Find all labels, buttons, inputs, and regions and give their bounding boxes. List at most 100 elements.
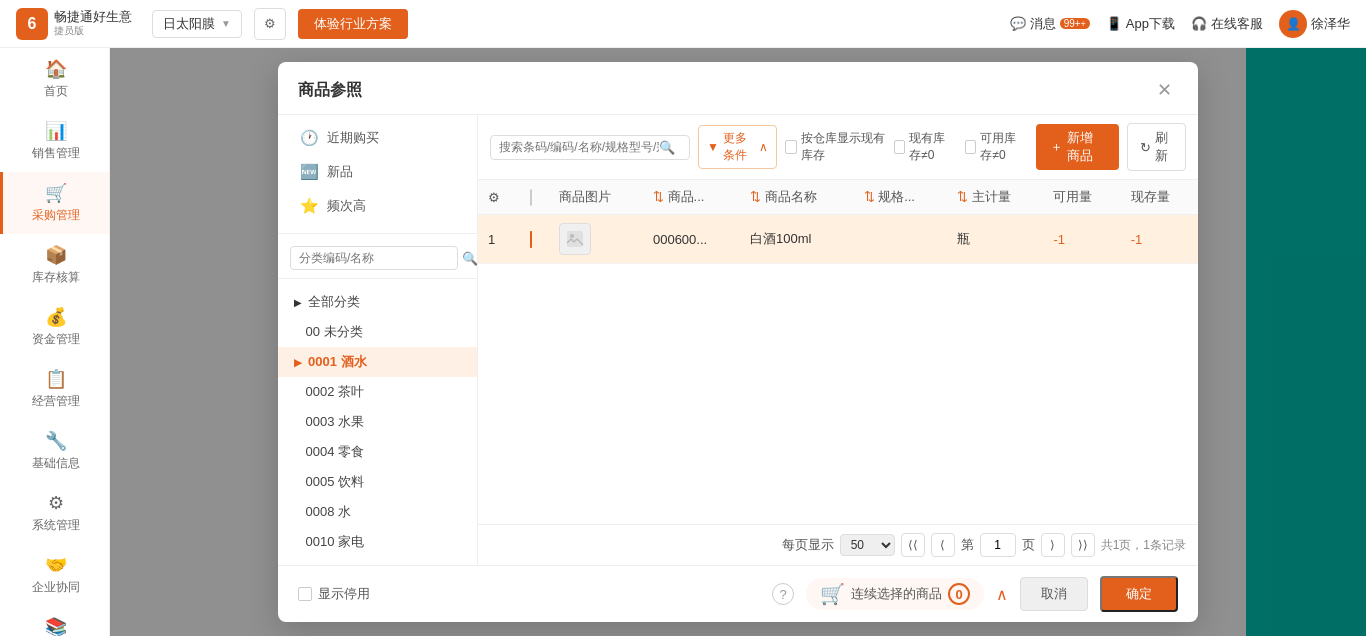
- sidebar-item-finance[interactable]: 💰 资金管理: [0, 296, 109, 358]
- next-page-button[interactable]: ⟩: [1041, 533, 1065, 557]
- cat-item-fruit[interactable]: 0003 水果: [278, 407, 477, 437]
- divider: [278, 233, 477, 234]
- th-settings[interactable]: ⚙: [478, 180, 520, 215]
- svg-point-1: [570, 234, 574, 238]
- left-tab-frequent[interactable]: ⭐ 频次高: [290, 191, 465, 221]
- cat-item-all[interactable]: ▶ 全部分类: [278, 287, 477, 317]
- show-disabled-checkbox[interactable]: [298, 587, 312, 601]
- modal-title: 商品参照: [298, 80, 362, 101]
- cb-show-inventory-label: 按仓库显示现有库存: [801, 130, 886, 164]
- image-icon: [565, 229, 585, 249]
- product-search-input[interactable]: [499, 140, 659, 154]
- settings-button[interactable]: ⚙: [254, 8, 286, 40]
- category-tree: ▶ 全部分类 00 未分类 ▶ 0001 酒水: [278, 279, 477, 565]
- pagination-bar: 每页显示 50 100 200 ⟨⟨ ⟨ 第 页 ⟩: [478, 524, 1198, 565]
- user-menu[interactable]: 👤 徐泽华: [1279, 10, 1350, 38]
- cb-show-inventory-box[interactable]: [785, 140, 796, 154]
- th-code[interactable]: ⇅ 商品...: [643, 180, 740, 215]
- th-spec[interactable]: ⇅ 规格...: [854, 180, 948, 215]
- add-product-button[interactable]: ＋ 新增商品: [1036, 124, 1119, 170]
- th-name[interactable]: ⇅ 商品名称: [740, 180, 853, 215]
- sidebar-item-collab[interactable]: 🤝 企业协同: [0, 544, 109, 606]
- category-search-input[interactable]: [290, 246, 458, 270]
- sidebar-label-base-info: 基础信息: [32, 455, 80, 472]
- sidebar-item-base-info[interactable]: 🔧 基础信息: [0, 420, 109, 482]
- avatar-icon: 👤: [1286, 17, 1301, 31]
- product-search-icon[interactable]: 🔍: [659, 140, 675, 155]
- sidebar-item-guide[interactable]: 📚 新手引导: [0, 606, 109, 636]
- cb-available-nonzero-box[interactable]: [965, 140, 976, 154]
- left-tab-frequent-label: 频次高: [327, 197, 366, 215]
- table-row[interactable]: 1: [478, 215, 1198, 264]
- service-button[interactable]: 🎧 在线客服: [1191, 15, 1263, 33]
- cat-item-uncategorized[interactable]: 00 未分类: [278, 317, 477, 347]
- sidebar-item-operations[interactable]: 📋 经营管理: [0, 358, 109, 420]
- sidebar-item-inventory[interactable]: 📦 库存核算: [0, 234, 109, 296]
- page-number-input[interactable]: [980, 533, 1016, 557]
- last-page-button[interactable]: ⟩⟩: [1071, 533, 1095, 557]
- purchase-icon: 🛒: [45, 182, 67, 204]
- cat-item-water[interactable]: 0008 水: [278, 497, 477, 527]
- app-download-button[interactable]: 📱 App下载: [1106, 15, 1175, 33]
- modal-body: 🕐 近期购买 🆕 新品 ⭐ 频次高: [278, 115, 1198, 565]
- th-checkbox[interactable]: [520, 180, 549, 215]
- sidebar-item-home[interactable]: 🏠 首页: [0, 48, 109, 110]
- sidebar: 🏠 首页 📊 销售管理 🛒 采购管理 📦 库存核算 💰 资金管理 📋 经营管理 …: [0, 48, 110, 636]
- sidebar-item-sales[interactable]: 📊 销售管理: [0, 110, 109, 172]
- confirm-button[interactable]: 确定: [1100, 576, 1178, 612]
- messages-badge: 99++: [1060, 18, 1090, 29]
- help-button[interactable]: ?: [772, 583, 794, 605]
- modal-close-button[interactable]: ✕: [1150, 76, 1178, 104]
- select-all-checkbox[interactable]: [530, 189, 532, 206]
- product-thumbnail: [559, 223, 591, 255]
- cb-nonzero-inventory[interactable]: 现有库存≠0: [894, 130, 957, 164]
- sidebar-label-system: 系统管理: [32, 517, 80, 534]
- sidebar-label-collab: 企业协同: [32, 579, 80, 596]
- refresh-button[interactable]: ↻ 刷新: [1127, 123, 1186, 171]
- prev-page-button[interactable]: ⟨: [931, 533, 955, 557]
- cell-checkbox[interactable]: [520, 215, 549, 264]
- page-label: 第: [961, 536, 974, 554]
- cell-image: [549, 215, 643, 264]
- category-search-row: 🔍: [278, 238, 477, 279]
- refresh-icon: ↻: [1140, 140, 1151, 155]
- sales-icon: 📊: [45, 120, 67, 142]
- left-tab-recent[interactable]: 🕐 近期购买: [290, 123, 465, 153]
- cb-available-nonzero-label: 可用库存≠0: [980, 130, 1028, 164]
- cat-item-appliance[interactable]: 0010 家电: [278, 527, 477, 557]
- cancel-button[interactable]: 取消: [1020, 577, 1088, 611]
- cat-item-tea[interactable]: 0002 茶叶: [278, 377, 477, 407]
- sidebar-item-system[interactable]: ⚙ 系统管理: [0, 482, 109, 544]
- cat-label-beverage: 0005 饮料: [306, 473, 365, 491]
- modal-overlay: 商品参照 ✕ 🕐 近期购买 🆕: [110, 48, 1366, 636]
- store-selector[interactable]: 日太阳膜 ▼: [152, 10, 242, 38]
- per-page-select[interactable]: 50 100 200: [840, 534, 895, 556]
- cat-item-beverage[interactable]: 0005 饮料: [278, 467, 477, 497]
- messages-button[interactable]: 💬 消息 99++: [1010, 15, 1090, 33]
- cb-nonzero-inventory-box[interactable]: [894, 140, 905, 154]
- sort-icon-name: ⇅: [750, 189, 761, 204]
- modal-header: 商品参照 ✕: [278, 62, 1198, 115]
- cell-available: -1: [1043, 215, 1120, 264]
- cat-item-snack[interactable]: 0004 零食: [278, 437, 477, 467]
- cb-show-inventory[interactable]: 按仓库显示现有库存: [785, 130, 886, 164]
- show-disabled-toggle[interactable]: 显示停用: [298, 585, 370, 603]
- cat-label-tea: 0002 茶叶: [306, 383, 365, 401]
- logo-icon: 6: [16, 8, 48, 40]
- more-conditions-button[interactable]: ▼ 更多条件 ∧: [698, 125, 777, 169]
- trial-button[interactable]: 体验行业方案: [298, 9, 408, 39]
- row-checkbox[interactable]: [530, 231, 532, 248]
- left-tab-new[interactable]: 🆕 新品: [290, 157, 465, 187]
- cat-spacer-bev: [294, 477, 300, 488]
- collapse-cart-button[interactable]: ∧: [996, 585, 1008, 604]
- sidebar-item-purchase[interactable]: 🛒 采购管理: [0, 172, 109, 234]
- left-tabs: 🕐 近期购买 🆕 新品 ⭐ 频次高: [278, 115, 477, 229]
- top-navigation: 6 畅捷通好生意 捷员版 日太阳膜 ▼ ⚙ 体验行业方案 💬 消息 99++ 📱…: [0, 0, 1366, 48]
- first-page-button[interactable]: ⟨⟨: [901, 533, 925, 557]
- cart-count-badge: 0: [948, 583, 970, 605]
- cb-available-nonzero[interactable]: 可用库存≠0: [965, 130, 1028, 164]
- th-unit[interactable]: ⇅ 主计量: [947, 180, 1043, 215]
- cat-item-liquor[interactable]: ▶ 0001 酒水: [278, 347, 477, 377]
- category-search-icon[interactable]: 🔍: [462, 251, 478, 266]
- new-product-icon: 🆕: [300, 163, 319, 181]
